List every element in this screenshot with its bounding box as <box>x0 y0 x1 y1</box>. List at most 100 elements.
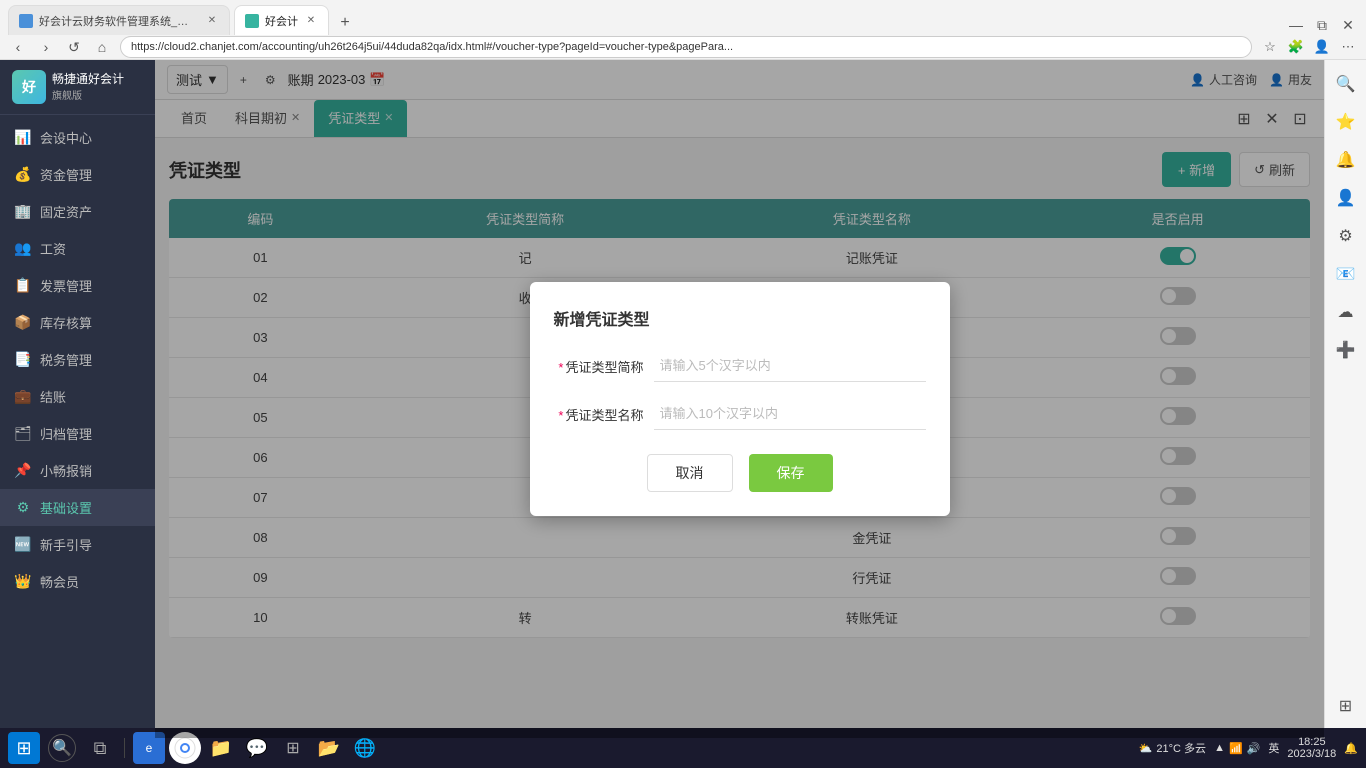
logo-title: 畅捷通好会计 <box>52 72 124 88</box>
tray-arrow[interactable]: ▲ <box>1214 742 1225 754</box>
member-icon: 👑 <box>14 573 32 591</box>
sidebar-label-settlement: 结账 <box>40 387 66 406</box>
sidebar-item-expense[interactable]: 📌 小畅报销 <box>0 452 155 489</box>
settlement-icon: 💼 <box>14 388 32 406</box>
tab-title-2: 好会计 <box>265 13 298 29</box>
new-tab-button[interactable]: + <box>333 11 357 35</box>
invoice-icon: 📋 <box>14 277 32 295</box>
sidebar-item-assets[interactable]: 🏢 固定资产 <box>0 193 155 230</box>
sys-tray: ⛅ 21°C 多云 <box>1139 740 1206 756</box>
rp-mail-icon[interactable]: 📧 <box>1330 258 1362 290</box>
name-required-mark: * <box>558 408 563 423</box>
url-input[interactable]: https://cloud2.chanjet.com/accounting/uh… <box>120 36 1252 58</box>
sidebar-label-funds: 资金管理 <box>40 165 92 184</box>
sidebar-label-archive: 归档管理 <box>40 424 92 443</box>
rp-search-icon[interactable]: 🔍 <box>1330 68 1362 100</box>
sidebar-item-salary[interactable]: 👥 工资 <box>0 230 155 267</box>
address-bar: ‹ › ↺ ⌂ https://cloud2.chanjet.com/accou… <box>0 35 1366 59</box>
rp-settings-icon[interactable]: ⚙ <box>1330 220 1362 252</box>
logo-text-block: 畅捷通好会计 旗舰版 <box>52 72 124 103</box>
rp-user-icon[interactable]: 👤 <box>1330 182 1362 214</box>
time-display: 18:25 2023/3/18 <box>1287 736 1336 760</box>
start-button[interactable]: ⊞ <box>8 732 40 764</box>
home-button[interactable]: ⌂ <box>92 37 112 57</box>
tab-favicon-1 <box>19 14 33 28</box>
maximize-button[interactable]: ⧉ <box>1312 15 1332 35</box>
tray-notification[interactable]: 🔔 <box>1344 742 1358 755</box>
sidebar: 好 畅捷通好会计 旗舰版 📊 会设中心 💰 资金管理 🏢 固定资产 👥 工资 <box>0 60 155 768</box>
star-icon[interactable]: ☆ <box>1260 37 1280 57</box>
rp-plus-icon[interactable]: ➕ <box>1330 334 1362 366</box>
svg-text:e: e <box>146 741 153 755</box>
toolbar-icons: ☆ 🧩 👤 ⋯ <box>1260 37 1358 57</box>
expense-icon: 📌 <box>14 462 32 480</box>
sidebar-item-archive[interactable]: 🗂 归档管理 <box>0 415 155 452</box>
taskbar-right: ⛅ 21°C 多云 ▲ 📶 🔊 英 18:25 2023/3/18 🔔 <box>1139 736 1358 760</box>
salary-icon: 👥 <box>14 240 32 258</box>
sidebar-item-member[interactable]: 👑 畅会员 <box>0 563 155 600</box>
taskbar-separator <box>124 738 125 758</box>
taskbar-search[interactable]: 🔍 <box>48 734 76 762</box>
dialog-overlay: 新增凭证类型 *凭证类型简称 *凭证类型名称 取消 保存 <box>155 60 1324 738</box>
sidebar-label-invoice: 发票管理 <box>40 276 92 295</box>
rp-grid-icon[interactable]: ⊞ <box>1330 690 1362 722</box>
sidebar-item-inventory[interactable]: 📦 库存核算 <box>0 304 155 341</box>
inventory-icon: 📦 <box>14 314 32 332</box>
cancel-button[interactable]: 取消 <box>647 454 733 492</box>
name-input[interactable] <box>654 398 926 430</box>
browser-tab-2[interactable]: 好会计 ✕ <box>234 5 329 35</box>
funds-icon: 💰 <box>14 166 32 184</box>
tab-title-1: 好会计云财务软件管理系统_会计 <box>39 13 199 29</box>
profile-icon[interactable]: 👤 <box>1312 37 1332 57</box>
form-row-abbr: *凭证类型简称 <box>554 350 926 382</box>
tray-wifi: 📶 <box>1229 742 1243 755</box>
sidebar-item-tax[interactable]: 📑 税务管理 <box>0 341 155 378</box>
logo-subtitle: 旗舰版 <box>52 87 124 102</box>
extension-icon[interactable]: 🧩 <box>1286 37 1306 57</box>
abbr-input[interactable] <box>654 350 926 382</box>
tray-weather-text: 21°C 多云 <box>1156 740 1206 756</box>
tray-weather: ⛅ <box>1139 742 1153 755</box>
tab-close-2[interactable]: ✕ <box>304 14 318 28</box>
back-button[interactable]: ‹ <box>8 37 28 57</box>
sidebar-item-dashboard[interactable]: 📊 会设中心 <box>0 119 155 156</box>
rp-cloud-icon[interactable]: ☁ <box>1330 296 1362 328</box>
settings-icon: ⚙ <box>14 499 32 517</box>
sidebar-item-guide[interactable]: 🆕 新手引导 <box>0 526 155 563</box>
sidebar-item-funds[interactable]: 💰 资金管理 <box>0 156 155 193</box>
dashboard-icon: 📊 <box>14 129 32 147</box>
taskbar-taskview[interactable]: ⧉ <box>84 732 116 764</box>
sidebar-label-assets: 固定资产 <box>40 202 92 221</box>
close-browser-button[interactable]: ✕ <box>1338 15 1358 35</box>
dialog-footer: 取消 保存 <box>554 454 926 492</box>
sidebar-label-inventory: 库存核算 <box>40 313 92 332</box>
tax-icon: 📑 <box>14 351 32 369</box>
sidebar-label-settings: 基础设置 <box>40 498 92 517</box>
sidebar-nav: 📊 会设中心 💰 资金管理 🏢 固定资产 👥 工资 📋 发票管理 📦 库 <box>0 115 155 735</box>
right-icon-panel: 🔍 ⭐ 🔔 👤 ⚙ 📧 ☁ ➕ ⊞ ⚙ <box>1324 60 1366 768</box>
tray-sound: 🔊 <box>1247 742 1261 755</box>
rp-star-icon[interactable]: ⭐ <box>1330 106 1362 138</box>
sidebar-label-tax: 税务管理 <box>40 350 92 369</box>
refresh-button[interactable]: ↺ <box>64 37 84 57</box>
sidebar-item-settlement[interactable]: 💼 结账 <box>0 378 155 415</box>
name-label: *凭证类型名称 <box>554 405 654 424</box>
sidebar-logo: 好 畅捷通好会计 旗舰版 <box>0 60 155 115</box>
save-button[interactable]: 保存 <box>749 454 833 492</box>
menu-icon[interactable]: ⋯ <box>1338 37 1358 57</box>
forward-button[interactable]: › <box>36 37 56 57</box>
archive-icon: 🗂 <box>14 425 32 443</box>
tab-close-1[interactable]: ✕ <box>205 14 219 28</box>
rp-notification-icon[interactable]: 🔔 <box>1330 144 1362 176</box>
sidebar-item-invoice[interactable]: 📋 发票管理 <box>0 267 155 304</box>
form-row-name: *凭证类型名称 <box>554 398 926 430</box>
sidebar-label-salary: 工资 <box>40 239 66 258</box>
tray-icons: ▲ 📶 🔊 <box>1214 742 1260 755</box>
minimize-button[interactable]: — <box>1286 15 1306 35</box>
tab-bar: 好会计云财务软件管理系统_会计 ✕ 好会计 ✕ + — ⧉ ✕ <box>0 0 1366 35</box>
browser-tab-1[interactable]: 好会计云财务软件管理系统_会计 ✕ <box>8 5 230 35</box>
logo-icon: 好 <box>12 70 46 104</box>
dialog-box: 新增凭证类型 *凭证类型简称 *凭证类型名称 取消 保存 <box>530 282 950 516</box>
sidebar-item-settings[interactable]: ⚙ 基础设置 <box>0 489 155 526</box>
abbr-required-mark: * <box>558 360 563 375</box>
